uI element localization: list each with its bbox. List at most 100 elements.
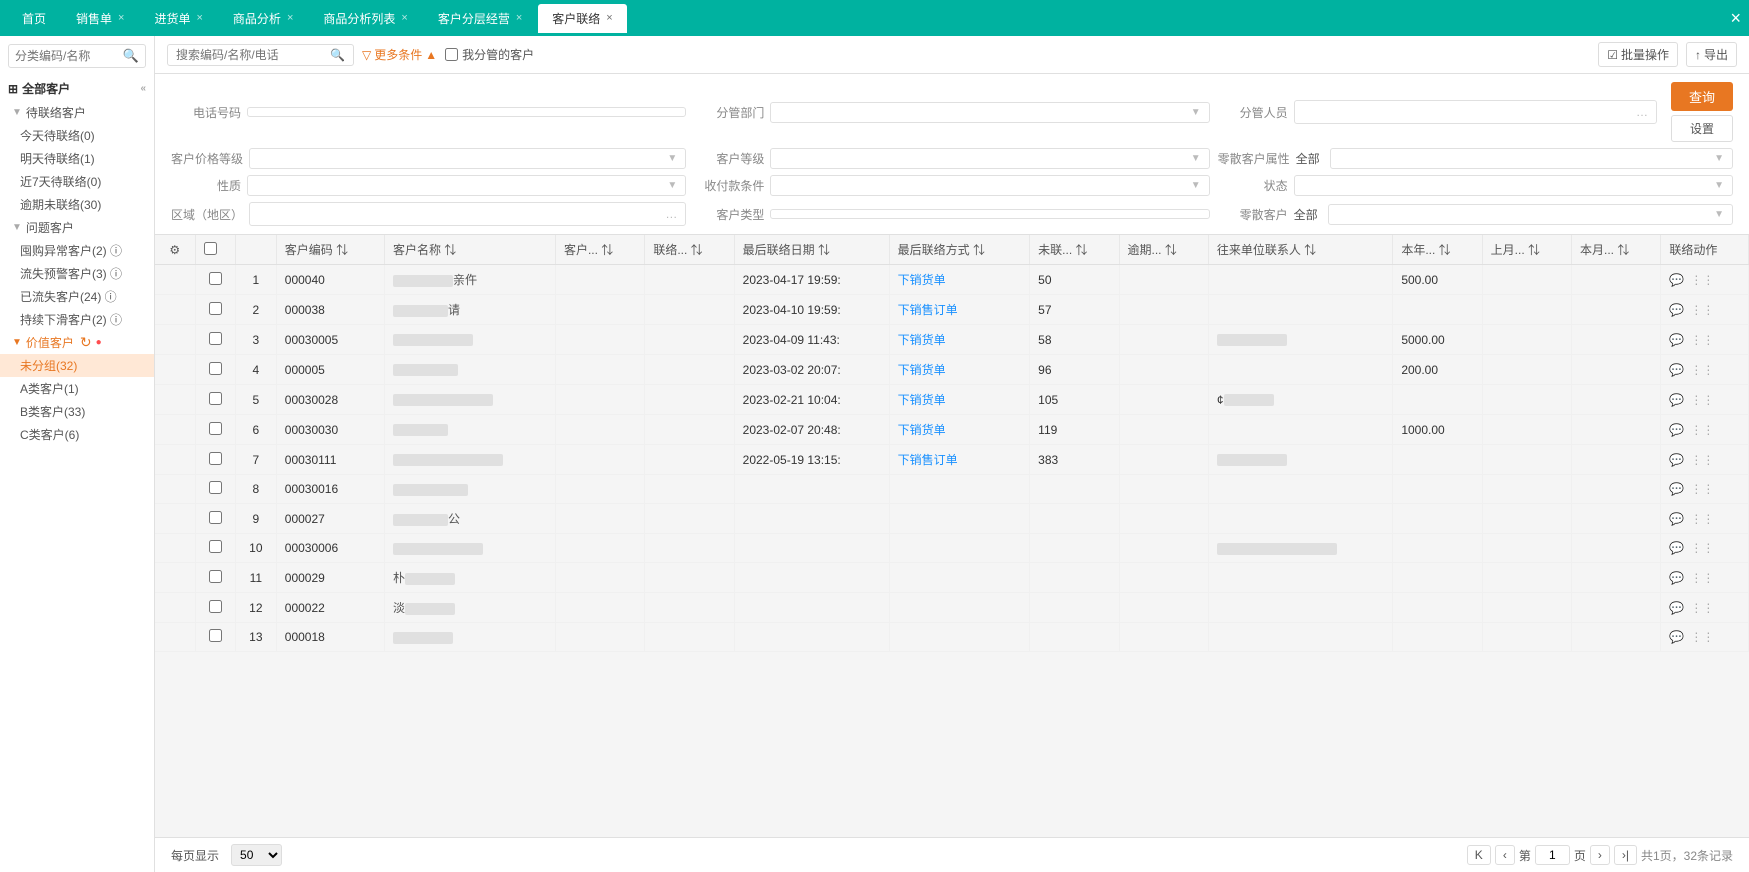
close-customer-contact-icon[interactable]: × xyxy=(606,12,612,24)
row-last-method[interactable] xyxy=(889,504,1030,534)
filter-dept-select[interactable]: ▼ xyxy=(770,102,1209,123)
call-icon[interactable]: 💬 xyxy=(1669,601,1684,615)
first-page-btn[interactable]: K xyxy=(1467,845,1491,865)
row-last-method[interactable]: 下销货单 xyxy=(889,265,1030,295)
filter-region-input[interactable]: … xyxy=(249,202,686,226)
last-method-link[interactable]: 下销货单 xyxy=(898,273,946,287)
sidebar-item-ungrouped[interactable]: 未分组(32) xyxy=(0,354,154,377)
close-customer-tier-icon[interactable]: × xyxy=(516,12,522,24)
row-last-method[interactable]: 下销售订单 xyxy=(889,295,1030,325)
more-icon[interactable]: ⋮⋮ xyxy=(1690,393,1714,407)
more-conditions-btn[interactable]: ▽ 更多条件 ▲ xyxy=(362,46,437,63)
last-method-link[interactable]: 下销售订单 xyxy=(898,303,958,317)
row-last-method[interactable] xyxy=(889,563,1030,593)
row-last-method[interactable]: 下销货单 xyxy=(889,415,1030,445)
close-all-tabs[interactable]: × xyxy=(1730,8,1741,29)
export-btn[interactable]: ↑ 导出 xyxy=(1686,42,1737,67)
main-search-input[interactable] xyxy=(176,48,326,62)
filter-phone-input[interactable] xyxy=(247,107,686,117)
row-select-checkbox[interactable] xyxy=(209,452,222,465)
more-icon[interactable]: ⋮⋮ xyxy=(1690,363,1714,377)
my-customers-filter[interactable]: 我分管的客户 xyxy=(445,46,534,63)
nav-home[interactable]: 首页 xyxy=(8,4,60,33)
col-contacts[interactable]: 往来单位联系人 ⇅ xyxy=(1208,235,1392,265)
row-checkbox[interactable] xyxy=(195,415,235,445)
filter-status-select[interactable]: ▼ xyxy=(1294,175,1733,196)
more-icon[interactable]: ⋮⋮ xyxy=(1690,453,1714,467)
more-icon[interactable]: ⋮⋮ xyxy=(1690,303,1714,317)
row-select-checkbox[interactable] xyxy=(209,481,222,494)
filter-cust-tier-select[interactable]: ▼ xyxy=(770,148,1209,169)
call-icon[interactable]: 💬 xyxy=(1669,541,1684,555)
collapse-sidebar-icon[interactable]: « xyxy=(140,83,146,94)
my-customers-checkbox[interactable] xyxy=(445,48,458,61)
call-icon[interactable]: 💬 xyxy=(1669,363,1684,377)
row-checkbox[interactable] xyxy=(195,295,235,325)
refresh-icon[interactable]: ↻ xyxy=(80,334,92,351)
sidebar-item-tomorrow[interactable]: 明天待联络(1) xyxy=(0,147,154,170)
row-checkbox[interactable] xyxy=(195,593,235,623)
col-checkbox[interactable] xyxy=(195,235,235,265)
sidebar-all-customers[interactable]: ⊞ 全部客户 « xyxy=(0,76,154,101)
filter-person-input[interactable]: … xyxy=(1294,100,1657,124)
more-icon[interactable]: ⋮⋮ xyxy=(1690,630,1714,644)
row-select-checkbox[interactable] xyxy=(209,422,222,435)
col-overdue[interactable]: 逾期... ⇅ xyxy=(1119,235,1208,265)
row-select-checkbox[interactable] xyxy=(209,511,222,524)
sidebar-group-problem[interactable]: ▼ 问题客户 xyxy=(0,216,154,239)
close-purchase-icon[interactable]: × xyxy=(196,12,202,24)
more-icon[interactable]: ⋮⋮ xyxy=(1690,333,1714,347)
row-last-method[interactable] xyxy=(889,593,1030,623)
row-select-checkbox[interactable] xyxy=(209,570,222,583)
close-sales-icon[interactable]: × xyxy=(118,12,124,24)
last-method-link[interactable]: 下销货单 xyxy=(898,363,946,377)
close-product-list-icon[interactable]: × xyxy=(401,12,407,24)
row-last-method[interactable]: 下销售订单 xyxy=(889,445,1030,475)
call-icon[interactable]: 💬 xyxy=(1669,393,1684,407)
page-number-input[interactable] xyxy=(1535,845,1570,865)
call-icon[interactable]: 💬 xyxy=(1669,453,1684,467)
col-name[interactable]: 客户名称 ⇅ xyxy=(384,235,555,265)
last-method-link[interactable]: 下销货单 xyxy=(898,393,946,407)
row-last-method[interactable]: 下销货单 xyxy=(889,385,1030,415)
more-icon[interactable]: ⋮⋮ xyxy=(1690,482,1714,496)
page-size-select[interactable]: 50 20 100 xyxy=(231,844,282,866)
nav-sales[interactable]: 销售单 × xyxy=(62,4,138,33)
more-icon[interactable]: ⋮⋮ xyxy=(1690,512,1714,526)
call-icon[interactable]: 💬 xyxy=(1669,630,1684,644)
row-select-checkbox[interactable] xyxy=(209,392,222,405)
row-last-method[interactable] xyxy=(889,623,1030,652)
batch-ops-btn[interactable]: ☑ 批量操作 xyxy=(1598,42,1678,67)
row-checkbox[interactable] xyxy=(195,563,235,593)
row-select-checkbox[interactable] xyxy=(209,600,222,613)
sidebar-search-input[interactable] xyxy=(15,49,123,63)
filter-price-select[interactable]: ▼ xyxy=(249,148,686,169)
col-type[interactable]: 客户... ⇅ xyxy=(555,235,644,265)
more-icon[interactable]: ⋮⋮ xyxy=(1690,601,1714,615)
row-last-method[interactable] xyxy=(889,534,1030,563)
call-icon[interactable]: 💬 xyxy=(1669,423,1684,437)
main-search-icon[interactable]: 🔍 xyxy=(330,48,345,62)
row-select-checkbox[interactable] xyxy=(209,332,222,345)
col-contact[interactable]: 联络... ⇅ xyxy=(645,235,734,265)
last-method-link[interactable]: 下销货单 xyxy=(898,423,946,437)
sidebar-item-overdue[interactable]: 逾期未联络(30) xyxy=(0,193,154,216)
row-checkbox[interactable] xyxy=(195,265,235,295)
call-icon[interactable]: 💬 xyxy=(1669,482,1684,496)
col-last-month[interactable]: 上月... ⇅ xyxy=(1482,235,1571,265)
row-checkbox[interactable] xyxy=(195,623,235,652)
col-settings[interactable]: ⚙ xyxy=(155,235,195,265)
col-last-method[interactable]: 最后联络方式 ⇅ xyxy=(889,235,1030,265)
col-last-date[interactable]: 最后联络日期 ⇅ xyxy=(734,235,889,265)
nav-purchase[interactable]: 进货单 × xyxy=(140,4,216,33)
sidebar-item-7days[interactable]: 近7天待联络(0) xyxy=(0,170,154,193)
sidebar-item-abnormal[interactable]: 囤购异常客户(2) ⓘ xyxy=(0,239,154,262)
last-method-link[interactable]: 下销货单 xyxy=(898,333,946,347)
row-checkbox[interactable] xyxy=(195,504,235,534)
row-select-checkbox[interactable] xyxy=(209,362,222,375)
sidebar-search-box[interactable]: 🔍 xyxy=(8,44,146,68)
row-select-checkbox[interactable] xyxy=(209,272,222,285)
filter-payment-select[interactable]: ▼ xyxy=(770,175,1209,196)
call-icon[interactable]: 💬 xyxy=(1669,512,1684,526)
row-last-method[interactable] xyxy=(889,475,1030,504)
